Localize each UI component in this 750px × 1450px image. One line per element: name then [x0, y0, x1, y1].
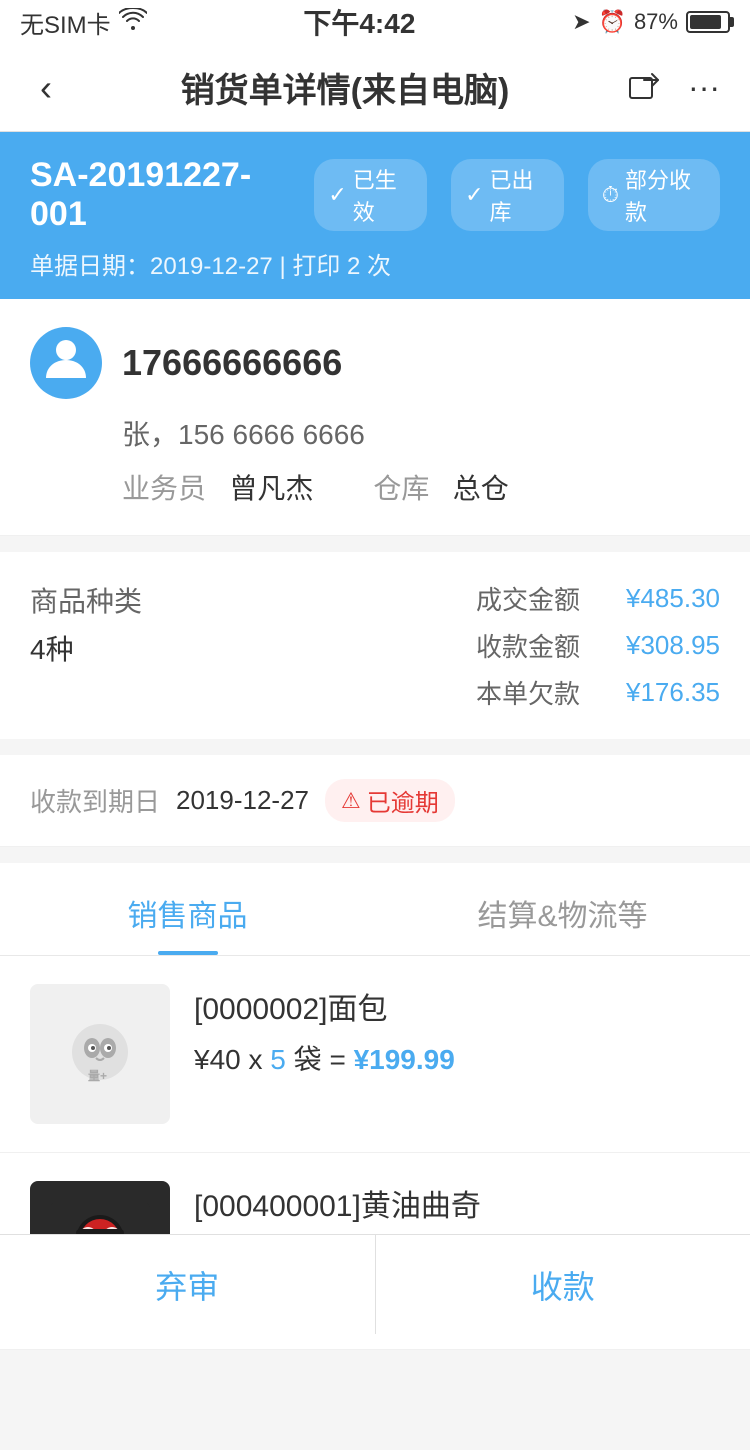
more-button[interactable]: ···: [688, 69, 720, 106]
overdue-badge: ⚠ 已逾期: [325, 779, 455, 822]
battery-label: 87%: [634, 9, 678, 35]
product-price-1: ¥40 x 5 袋 = ¥199.99: [194, 1038, 720, 1078]
badge-partial: ⏱ 部分收款: [588, 159, 720, 231]
person-icon: [44, 336, 88, 390]
collect-button[interactable]: 收款: [376, 1235, 750, 1334]
check-icon2: ✓: [465, 182, 483, 208]
amount-summary: 成交金额 ¥485.30 收款金额 ¥308.95 本单欠款 ¥176.35: [476, 580, 720, 711]
nav-actions: ···: [628, 66, 720, 110]
customer-top: 17666666666: [30, 327, 720, 399]
owed-amount-row: 本单欠款 ¥176.35: [476, 674, 720, 711]
battery-indicator: [686, 11, 730, 33]
product-name-2: [000400001]黄油曲奇: [194, 1181, 720, 1225]
summary-section: 商品种类 4种 成交金额 ¥485.30 收款金额 ¥308.95 本单欠款 ¥…: [0, 552, 750, 739]
badge-shipped: ✓ 已出库: [451, 159, 564, 231]
product-image-1: 量+: [30, 984, 170, 1124]
back-button[interactable]: ‹: [30, 57, 62, 119]
status-right: ➤ ⏰ 87%: [572, 9, 730, 35]
tab-settlement[interactable]: 结算&物流等: [375, 863, 750, 955]
overdue-icon: ⚠: [341, 788, 361, 814]
header-banner: SA-20191227-001 ✓ 已生效 ✓ 已出库 ⏱ 部分收款 单据日期：…: [0, 132, 750, 299]
customer-phone: 17666666666: [122, 342, 342, 384]
nav-bar: ‹ 销货单详情(来自电脑) ···: [0, 44, 750, 132]
product-item: 量+ [0000002]面包 ¥40 x 5 袋 = ¥199.99: [0, 956, 750, 1153]
carrier-label: 无SIM卡: [20, 5, 111, 40]
wifi-icon: [119, 8, 147, 37]
banner-row2: 单据日期：2019-12-27 | 打印 2 次: [30, 246, 720, 281]
product-details-1: [0000002]面包 ¥40 x 5 袋 = ¥199.99: [194, 984, 720, 1078]
bottom-bar: 弃审 收款: [0, 1234, 750, 1334]
warehouse-label: 仓库 总仓: [373, 467, 508, 507]
customer-name-phone: 张，156 6666 6666: [30, 413, 720, 453]
status-bar: 无SIM卡 下午4:42 ➤ ⏰ 87%: [0, 0, 750, 44]
avatar: [30, 327, 102, 399]
deal-amount-row: 成交金额 ¥485.30: [476, 580, 720, 617]
clock-icon: ⏱: [602, 182, 619, 208]
tab-sales-products[interactable]: 销售商品: [0, 863, 375, 955]
alarm-icon: ⏰: [599, 9, 626, 35]
status-left: 无SIM卡: [20, 5, 147, 40]
due-section: 收款到期日 2019-12-27 ⚠ 已逾期: [0, 755, 750, 847]
collected-amount-row: 收款金额 ¥308.95: [476, 627, 720, 664]
tabs-section: 销售商品 结算&物流等: [0, 863, 750, 956]
page-title: 销货单详情(来自电脑): [181, 63, 510, 112]
salesperson-label: 业务员 曾凡杰: [122, 467, 313, 507]
order-id: SA-20191227-001: [30, 156, 290, 234]
banner-row1: SA-20191227-001 ✓ 已生效 ✓ 已出库 ⏱ 部分收款: [30, 156, 720, 234]
status-time: 下午4:42: [303, 2, 415, 42]
check-icon: ✓: [328, 182, 346, 208]
badge-effective: ✓ 已生效: [314, 159, 427, 231]
share-button[interactable]: [628, 66, 664, 110]
customer-meta: 业务员 曾凡杰 仓库 总仓: [30, 467, 720, 507]
product-type: 商品种类 4种: [30, 580, 142, 668]
cancel-review-button[interactable]: 弃审: [0, 1235, 376, 1334]
customer-section: 17666666666 张，156 6666 6666 业务员 曾凡杰 仓库 总…: [0, 299, 750, 536]
product-name-1: [0000002]面包: [194, 984, 720, 1028]
svg-text:量+: 量+: [88, 1069, 107, 1083]
location-icon: ➤: [572, 9, 590, 35]
